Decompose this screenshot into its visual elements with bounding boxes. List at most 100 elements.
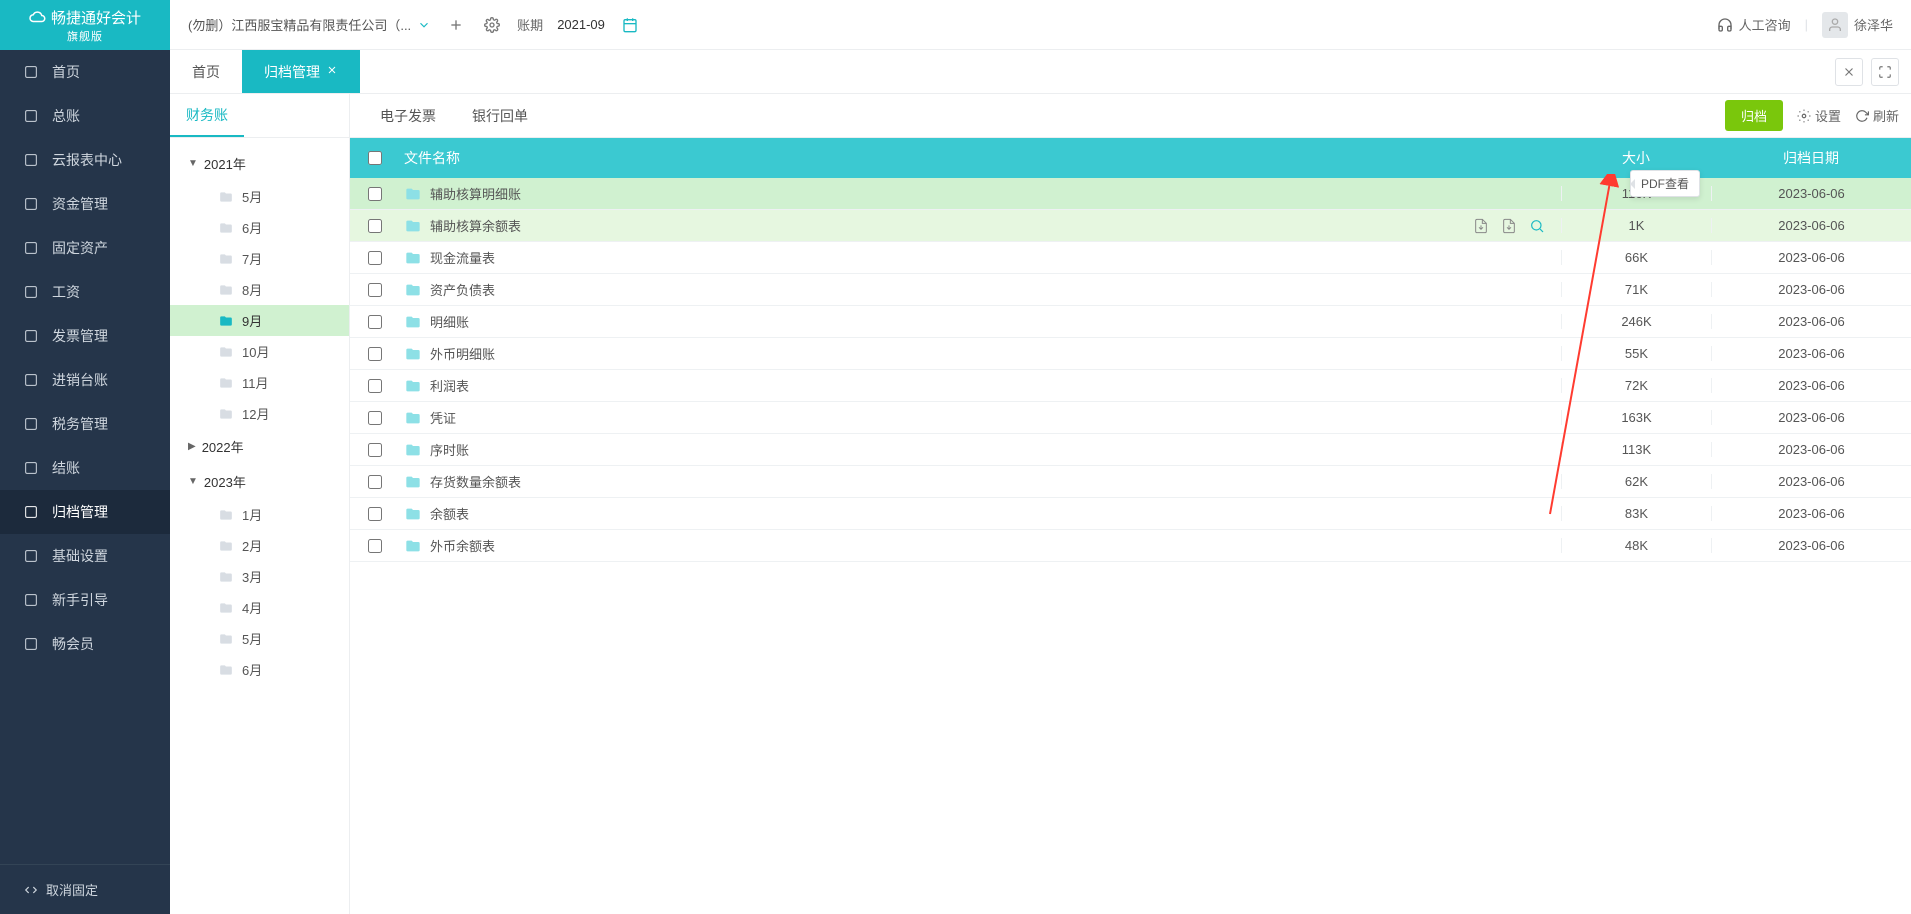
table-row[interactable]: 利润表 72K 2023-06-06 <box>350 370 1911 402</box>
tree-month-2-0[interactable]: 1月 <box>170 499 349 530</box>
tree-month-0-3[interactable]: 8月 <box>170 274 349 305</box>
table-row[interactable]: 外币明细账 55K 2023-06-06 <box>350 338 1911 370</box>
folder-icon <box>218 570 234 584</box>
gear-icon <box>1797 109 1811 123</box>
tree-month-2-5[interactable]: 6月 <box>170 654 349 685</box>
archive-button[interactable]: 归档 <box>1725 100 1783 131</box>
content-tab-einvoice[interactable]: 电子发票 <box>362 94 454 138</box>
sidebar-item-label: 畅会员 <box>52 634 94 654</box>
close-all-button[interactable] <box>1835 58 1863 86</box>
row-date: 2023-06-06 <box>1711 410 1911 425</box>
tree-month-2-3[interactable]: 4月 <box>170 592 349 623</box>
sidebar-item-label: 新手引导 <box>52 590 108 610</box>
select-all-checkbox[interactable] <box>368 151 382 165</box>
sidebar-item-13[interactable]: 畅会员 <box>0 622 170 666</box>
calendar-icon <box>622 17 638 33</box>
sidebar-item-9[interactable]: 结账 <box>0 446 170 490</box>
tree-month-label: 1月 <box>242 505 262 524</box>
folder-icon <box>218 539 234 553</box>
caret-icon: ▼ <box>188 476 198 487</box>
tree-month-0-6[interactable]: 11月 <box>170 367 349 398</box>
content-panel: 电子发票 银行回单 归档 设置 刷新 <box>350 94 1911 914</box>
sidebar-item-3[interactable]: 资金管理 <box>0 182 170 226</box>
tree-month-label: 5月 <box>242 629 262 648</box>
tree-month-0-5[interactable]: 10月 <box>170 336 349 367</box>
sidebar-item-8[interactable]: 税务管理 <box>0 402 170 446</box>
row-checkbox[interactable] <box>368 539 382 553</box>
user-menu[interactable]: 徐泽华 <box>1822 12 1893 38</box>
row-checkbox[interactable] <box>368 251 382 265</box>
row-checkbox[interactable] <box>368 219 382 233</box>
unpin-button[interactable]: 取消固定 <box>0 864 170 914</box>
add-button[interactable] <box>445 14 467 36</box>
tree-year-2[interactable]: ▼ 2023年 <box>170 464 349 499</box>
support-label: 人工咨询 <box>1739 15 1791 34</box>
table-row[interactable]: 凭证 163K 2023-06-06 <box>350 402 1911 434</box>
sidebar-item-12[interactable]: 新手引导 <box>0 578 170 622</box>
tree-month-0-4[interactable]: 9月 <box>170 305 349 336</box>
sidebar-item-0[interactable]: 首页 <box>0 50 170 94</box>
row-checkbox[interactable] <box>368 379 382 393</box>
row-size: 83K <box>1561 506 1711 521</box>
sub-tab-finance[interactable]: 财务账 <box>170 95 244 137</box>
row-checkbox[interactable] <box>368 187 382 201</box>
support-link[interactable]: 人工咨询 <box>1717 15 1791 34</box>
table-row[interactable]: 余额表 83K 2023-06-06 <box>350 498 1911 530</box>
row-checkbox[interactable] <box>368 475 382 489</box>
tree-month-2-4[interactable]: 5月 <box>170 623 349 654</box>
table-row[interactable]: 外币余额表 48K 2023-06-06 <box>350 530 1911 562</box>
sidebar-item-1[interactable]: 总账 <box>0 94 170 138</box>
tree-year-1[interactable]: ▶ 2022年 <box>170 429 349 464</box>
tab-home[interactable]: 首页 <box>170 50 242 93</box>
fullscreen-button[interactable] <box>1871 58 1899 86</box>
download-xml-button[interactable] <box>1471 216 1491 236</box>
refresh-label: 刷新 <box>1873 106 1899 125</box>
pdf-view-button[interactable] <box>1527 216 1547 236</box>
table-row[interactable]: 资产负债表 71K 2023-06-06 <box>350 274 1911 306</box>
row-checkbox[interactable] <box>368 411 382 425</box>
table-row[interactable]: 现金流量表 66K 2023-06-06 <box>350 242 1911 274</box>
tree-month-2-1[interactable]: 2月 <box>170 530 349 561</box>
avatar <box>1822 12 1848 38</box>
content-tab-bank[interactable]: 银行回单 <box>454 94 546 138</box>
gear-icon <box>484 17 500 33</box>
table-row[interactable]: 明细账 246K 2023-06-06 <box>350 306 1911 338</box>
tree-month-0-1[interactable]: 6月 <box>170 212 349 243</box>
row-name: 余额表 <box>430 504 1561 523</box>
row-checkbox[interactable] <box>368 507 382 521</box>
table-row[interactable]: 序时账 113K 2023-06-06 <box>350 434 1911 466</box>
sidebar-item-label: 基础设置 <box>52 546 108 566</box>
row-checkbox[interactable] <box>368 283 382 297</box>
row-checkbox[interactable] <box>368 315 382 329</box>
settings-top-button[interactable] <box>481 14 503 36</box>
row-name: 凭证 <box>430 408 1561 427</box>
sidebar-item-label: 固定资产 <box>52 238 108 258</box>
settings-button[interactable]: 设置 <box>1797 106 1841 125</box>
company-selector[interactable]: (勿删）江西服宝精品有限责任公司（... <box>188 15 431 34</box>
folder-icon <box>404 282 422 298</box>
row-checkbox[interactable] <box>368 347 382 361</box>
refresh-button[interactable]: 刷新 <box>1855 106 1899 125</box>
sidebar-item-7[interactable]: 进销台账 <box>0 358 170 402</box>
table-row[interactable]: 辅助核算余额表 1K 2023-06-06 <box>350 210 1911 242</box>
tab-archive[interactable]: 归档管理 <box>242 50 360 93</box>
close-tab-icon[interactable] <box>326 64 338 79</box>
sidebar-item-4[interactable]: 固定资产 <box>0 226 170 270</box>
tree-month-label: 7月 <box>242 249 262 268</box>
tree-month-0-2[interactable]: 7月 <box>170 243 349 274</box>
sidebar-item-10[interactable]: 归档管理 <box>0 490 170 534</box>
sidebar-item-6[interactable]: 发票管理 <box>0 314 170 358</box>
tree-year-0[interactable]: ▼ 2021年 <box>170 146 349 181</box>
sidebar-item-2[interactable]: 云报表中心 <box>0 138 170 182</box>
row-checkbox[interactable] <box>368 443 382 457</box>
pdf-tooltip-text: PDF查看 <box>1641 177 1689 191</box>
sidebar-item-11[interactable]: 基础设置 <box>0 534 170 578</box>
tree-month-2-2[interactable]: 3月 <box>170 561 349 592</box>
download-pdf-button[interactable] <box>1499 216 1519 236</box>
tree-month-0-0[interactable]: 5月 <box>170 181 349 212</box>
tree-month-0-7[interactable]: 12月 <box>170 398 349 429</box>
caret-icon: ▶ <box>188 441 196 452</box>
calendar-button[interactable] <box>619 14 641 36</box>
table-row[interactable]: 存货数量余额表 62K 2023-06-06 <box>350 466 1911 498</box>
sidebar-item-5[interactable]: 工资 <box>0 270 170 314</box>
